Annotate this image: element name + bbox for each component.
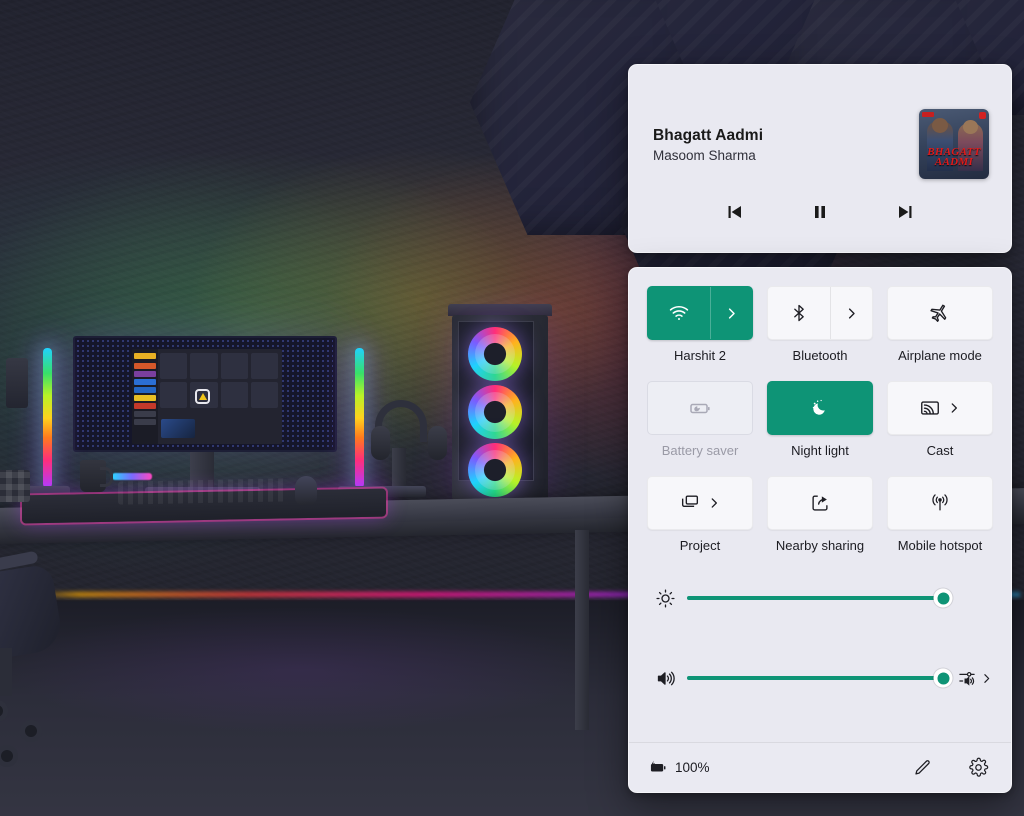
volume-icon <box>657 671 675 685</box>
cast-tile-label: Cast <box>926 443 954 458</box>
brightness-icon-wrap <box>647 588 683 609</box>
brightness-slider-row <box>647 583 993 613</box>
wifi-tile-label: Harshit 2 <box>673 348 727 363</box>
media-metadata: Bhagatt Aadmi Masoom Sharma <box>653 127 763 163</box>
wifi-icon <box>669 306 689 321</box>
footer-actions <box>907 753 993 783</box>
open-settings-button[interactable] <box>963 753 993 783</box>
night-light-tile-label: Night light <box>791 443 849 458</box>
tile-nearby-sharing: Nearby sharing <box>767 476 873 569</box>
wifi-tile-button[interactable] <box>647 286 753 340</box>
mobile-hotspot-tile-button[interactable] <box>887 476 993 530</box>
pause-icon <box>815 206 825 218</box>
album-art: BHAGATT AADMI <box>919 109 989 179</box>
desktop-wallpaper: Bhagatt Aadmi Masoom Sharma BHAGATT AADM… <box>0 0 1024 816</box>
quick-settings-flyout: Harshit 2 Bluetooth Airplane mode Batter… <box>628 267 1012 793</box>
project-tile-label: Project <box>679 538 721 553</box>
battery-percentage: 100% <box>675 760 710 775</box>
nearby-sharing-tile-label: Nearby sharing <box>775 538 865 553</box>
pc-tower <box>452 315 548 500</box>
bluetooth-tile-label: Bluetooth <box>792 348 848 363</box>
bluetooth-icon <box>794 304 804 322</box>
tile-cast: Cast <box>887 381 993 474</box>
previous-track-icon <box>728 206 741 218</box>
cast-icon <box>921 401 939 415</box>
keyboard <box>118 478 286 505</box>
volume-icon-wrap[interactable] <box>647 668 683 689</box>
chevron-right-icon <box>984 673 990 683</box>
project-icon <box>681 495 699 507</box>
volume-slider-thumb[interactable] <box>933 668 953 688</box>
airplane-mode-tile-label: Airplane mode <box>898 348 982 363</box>
wifi-chevron-button[interactable] <box>710 287 752 339</box>
chevron-right-icon <box>728 307 735 319</box>
battery-status[interactable]: 100% <box>647 757 710 778</box>
album-art-line2: AADMI <box>934 156 974 168</box>
battery-saver-tile-label: Battery saver <box>661 443 739 458</box>
tile-project: Project <box>647 476 753 569</box>
bluetooth-toggle[interactable] <box>768 287 830 339</box>
tile-wifi: Harshit 2 <box>647 286 753 379</box>
audio-mixer-icon <box>959 672 975 686</box>
tile-airplane-mode: Airplane mode <box>887 286 993 379</box>
coffee-mug <box>80 460 113 492</box>
quick-settings-footer: 100% <box>629 742 1011 792</box>
airplane-icon <box>930 304 947 322</box>
cast-tile-button[interactable] <box>887 381 993 435</box>
monitor-screen <box>132 349 282 444</box>
chevron-right-icon <box>848 307 855 319</box>
volume-slider-row <box>647 663 993 693</box>
monitor <box>73 336 337 452</box>
bluetooth-tile-button[interactable] <box>767 286 873 340</box>
battery-saver-icon <box>690 403 710 414</box>
chevron-right-icon <box>951 403 957 413</box>
tile-bluetooth: Bluetooth <box>767 286 873 379</box>
pause-button[interactable] <box>803 197 837 227</box>
nearby-sharing-tile-button[interactable] <box>767 476 873 530</box>
next-track-button[interactable] <box>888 197 922 227</box>
rgb-light-bar-right <box>355 348 364 488</box>
audio-mixer-button[interactable] <box>947 668 993 688</box>
night-light-icon <box>812 399 825 415</box>
next-track-icon <box>899 206 912 218</box>
media-title: Bhagatt Aadmi <box>653 127 764 144</box>
quick-settings-tiles: Harshit 2 Bluetooth Airplane mode Batter… <box>647 286 993 569</box>
gear-icon <box>968 757 988 777</box>
brightness-slider-thumb[interactable] <box>933 588 953 608</box>
mobile-hotspot-icon <box>932 494 948 511</box>
tile-night-light: Night light <box>767 381 873 474</box>
night-light-tile-button[interactable] <box>767 381 873 435</box>
edit-quick-settings-button[interactable] <box>907 753 937 783</box>
media-player-flyout: Bhagatt Aadmi Masoom Sharma BHAGATT AADM… <box>628 64 1012 253</box>
battery-charging-icon <box>650 760 666 772</box>
tile-mobile-hotspot: Mobile hotspot <box>887 476 993 569</box>
brightness-icon <box>655 588 675 608</box>
mobile-hotspot-tile-label: Mobile hotspot <box>897 538 983 553</box>
chevron-right-icon <box>711 498 717 508</box>
project-tile-button[interactable] <box>647 476 753 530</box>
nearby-sharing-icon <box>812 495 828 511</box>
media-artist: Masoom Sharma <box>653 148 756 163</box>
volume-slider[interactable] <box>687 668 953 688</box>
pencil-icon <box>915 759 930 775</box>
headset-stand <box>392 448 406 490</box>
wifi-toggle[interactable] <box>648 287 710 339</box>
previous-track-button[interactable] <box>718 197 752 227</box>
rgb-light-bar-left <box>43 348 52 488</box>
phone-mount <box>6 358 28 408</box>
bluetooth-chevron-button[interactable] <box>830 287 872 339</box>
media-controls <box>629 197 1011 227</box>
mouse <box>295 475 317 506</box>
battery-saver-tile-button[interactable] <box>647 381 753 435</box>
airplane-mode-tile-button[interactable] <box>887 286 993 340</box>
macro-pad <box>0 470 30 502</box>
brightness-slider[interactable] <box>687 588 953 608</box>
tile-battery-saver: Battery saver <box>647 381 753 474</box>
